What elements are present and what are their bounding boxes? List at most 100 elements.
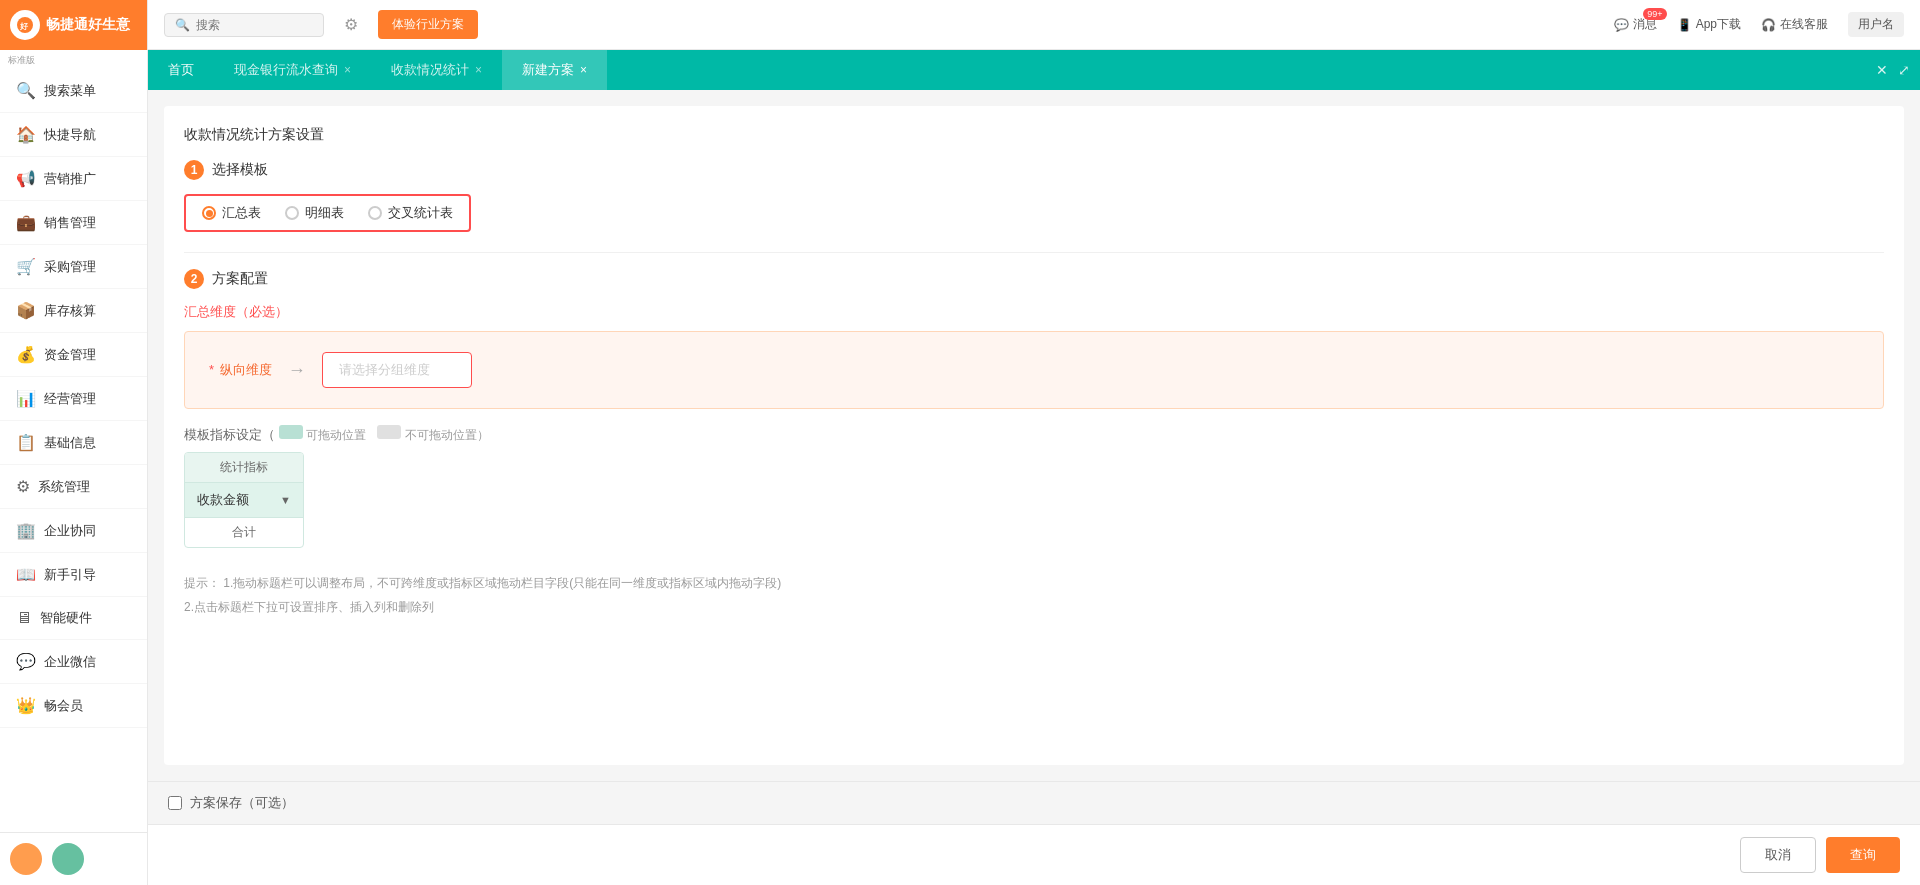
metric-table: 统计指标 收款金额 ▼ 合计: [184, 452, 304, 548]
sidebar-item-cooperation[interactable]: 🏢 企业协同: [0, 509, 147, 553]
member-icon: 👑: [16, 696, 36, 715]
radio-summary[interactable]: [202, 206, 216, 220]
tab-new-plan-close[interactable]: ×: [580, 63, 587, 77]
user-avatar2[interactable]: [52, 843, 84, 875]
trial-button[interactable]: 体验行业方案: [378, 10, 478, 39]
sidebar-item-hardware[interactable]: 🖥 智能硬件: [0, 597, 147, 640]
template-options: 汇总表 明细表 交叉统计表: [184, 194, 471, 232]
notification-item[interactable]: 💬 消息 99+: [1614, 16, 1657, 33]
search-icon: 🔍: [16, 81, 36, 100]
arrow-icon: →: [288, 360, 306, 381]
step2-header: 2 方案配置: [184, 269, 1884, 289]
template-detail[interactable]: 明细表: [285, 204, 344, 222]
sidebar-item-system[interactable]: ⚙ 系统管理: [0, 465, 147, 509]
sidebar-item-purchase[interactable]: 🛒 采购管理: [0, 245, 147, 289]
sidebar-item-marketing[interactable]: 📢 营销推广: [0, 157, 147, 201]
step1-title: 选择模板: [212, 161, 268, 179]
edition-badge: 标准版: [0, 52, 147, 69]
radio-cross[interactable]: [368, 206, 382, 220]
sidebar-item-nav[interactable]: 🏠 快捷导航: [0, 113, 147, 157]
sales-icon: 💼: [16, 213, 36, 232]
sidebar-item-label: 销售管理: [44, 214, 96, 232]
expand-icon[interactable]: ⤢: [1898, 62, 1910, 78]
settings-icon[interactable]: ⚙: [344, 15, 358, 34]
sidebar-item-inventory[interactable]: 📦 库存核算: [0, 289, 147, 333]
sidebar-item-label: 企业协同: [44, 522, 96, 540]
sidebar-item-basic-info[interactable]: 📋 基础信息: [0, 421, 147, 465]
save-checkbox[interactable]: [168, 796, 182, 810]
tab-home[interactable]: 首页: [148, 50, 214, 90]
nav-tabs: 首页 现金银行流水查询 × 收款情况统计 × 新建方案 × ✕ ⤢: [148, 50, 1920, 90]
marketing-icon: 📢: [16, 169, 36, 188]
sidebar-item-management[interactable]: 📊 经营管理: [0, 377, 147, 421]
template-detail-label: 明细表: [305, 204, 344, 222]
online-support-label: 在线客服: [1780, 16, 1828, 33]
dropdown-icon[interactable]: ▼: [280, 494, 291, 506]
query-button[interactable]: 查询: [1826, 837, 1900, 873]
template-summary[interactable]: 汇总表: [202, 204, 261, 222]
search-icon-topbar: 🔍: [175, 18, 190, 32]
radio-detail[interactable]: [285, 206, 299, 220]
metric-cell-label: 收款金额: [197, 491, 249, 509]
hardware-icon: 🖥: [16, 609, 32, 627]
inventory-icon: 📦: [16, 301, 36, 320]
tab-new-plan-label: 新建方案: [522, 61, 574, 79]
tab-collection-stats[interactable]: 收款情况统计 ×: [371, 50, 502, 90]
search-input[interactable]: [196, 18, 316, 32]
info-icon: 📋: [16, 433, 36, 452]
tab-bank-flow[interactable]: 现金银行流水查询 ×: [214, 50, 371, 90]
step1-section: 1 选择模板 汇总表 明细表: [184, 160, 1884, 232]
svg-text:好: 好: [19, 22, 29, 31]
tab-collection-stats-label: 收款情况统计: [391, 61, 469, 79]
tip1: 提示： 1.拖动标题栏可以调整布局，不可跨维度或指标区域拖动栏目字段(只能在同一…: [184, 571, 1884, 595]
dimension-row: * 纵向维度 → 请选择分组维度: [209, 352, 1859, 388]
step2-number: 2: [184, 269, 204, 289]
metric-cell-amount[interactable]: 收款金额 ▼: [185, 483, 303, 517]
close-all-icon[interactable]: ✕: [1876, 62, 1888, 78]
cancel-button[interactable]: 取消: [1740, 837, 1816, 873]
sidebar-item-search[interactable]: 🔍 搜索菜单: [0, 69, 147, 113]
sidebar-item-wechat[interactable]: 💬 企业微信: [0, 640, 147, 684]
online-support-item[interactable]: 🎧 在线客服: [1761, 16, 1828, 33]
support-icon: 🎧: [1761, 18, 1776, 32]
page-card: 收款情况统计方案设置 1 选择模板 汇总表 明细表: [164, 106, 1904, 765]
app-logo: 好 畅捷通好生意: [0, 0, 147, 50]
tab-new-plan[interactable]: 新建方案 ×: [502, 50, 607, 90]
topbar-right: 💬 消息 99+ 📱 App下载 🎧 在线客服 用户名: [1614, 12, 1904, 37]
cooperation-icon: 🏢: [16, 521, 36, 540]
required-mark: *: [209, 362, 214, 377]
search-box[interactable]: 🔍: [164, 13, 324, 37]
sidebar-item-finance[interactable]: 💰 资金管理: [0, 333, 147, 377]
sidebar-item-label: 资金管理: [44, 346, 96, 364]
purchase-icon: 🛒: [16, 257, 36, 276]
dimension-label-text: 汇总维度（必选）: [184, 304, 288, 319]
dimension-select[interactable]: 请选择分组维度: [322, 352, 472, 388]
sidebar-item-guide[interactable]: 📖 新手引导: [0, 553, 147, 597]
sidebar-item-label: 企业微信: [44, 653, 96, 671]
nav-tabs-actions: ✕ ⤢: [1876, 62, 1920, 78]
management-icon: 📊: [16, 389, 36, 408]
dimension-config-label: 汇总维度（必选）: [184, 303, 1884, 321]
metric-header: 统计指标: [185, 453, 303, 483]
page-content: 收款情况统计方案设置 1 选择模板 汇总表 明细表: [148, 90, 1920, 781]
hint-nondraggable-box: [377, 425, 401, 439]
template-cross-label: 交叉统计表: [388, 204, 453, 222]
tab-bank-flow-close[interactable]: ×: [344, 63, 351, 77]
username-display: 用户名: [1858, 17, 1894, 31]
sidebar-item-sales[interactable]: 💼 销售管理: [0, 201, 147, 245]
save-section: 方案保存（可选）: [148, 781, 1920, 824]
app-download-label: App下载: [1696, 16, 1741, 33]
template-cross[interactable]: 交叉统计表: [368, 204, 453, 222]
sidebar-item-member[interactable]: 👑 畅会员: [0, 684, 147, 728]
guide-icon: 📖: [16, 565, 36, 584]
user-info[interactable]: 用户名: [1848, 12, 1904, 37]
tip2: 2.点击标题栏下拉可设置排序、插入列和删除列: [184, 595, 1884, 619]
dimension-placeholder: 请选择分组维度: [339, 362, 430, 377]
tab-collection-stats-close[interactable]: ×: [475, 63, 482, 77]
app-download-item[interactable]: 📱 App下载: [1677, 16, 1741, 33]
vertical-dimension-label: * 纵向维度: [209, 361, 272, 379]
metric-subtotal: 合计: [185, 517, 303, 547]
sidebar: 好 畅捷通好生意 标准版 🔍 搜索菜单 🏠 快捷导航 📢 营销推广 💼 销售管理…: [0, 0, 148, 885]
logo-icon: 好: [10, 10, 40, 40]
user-avatar[interactable]: [10, 843, 42, 875]
